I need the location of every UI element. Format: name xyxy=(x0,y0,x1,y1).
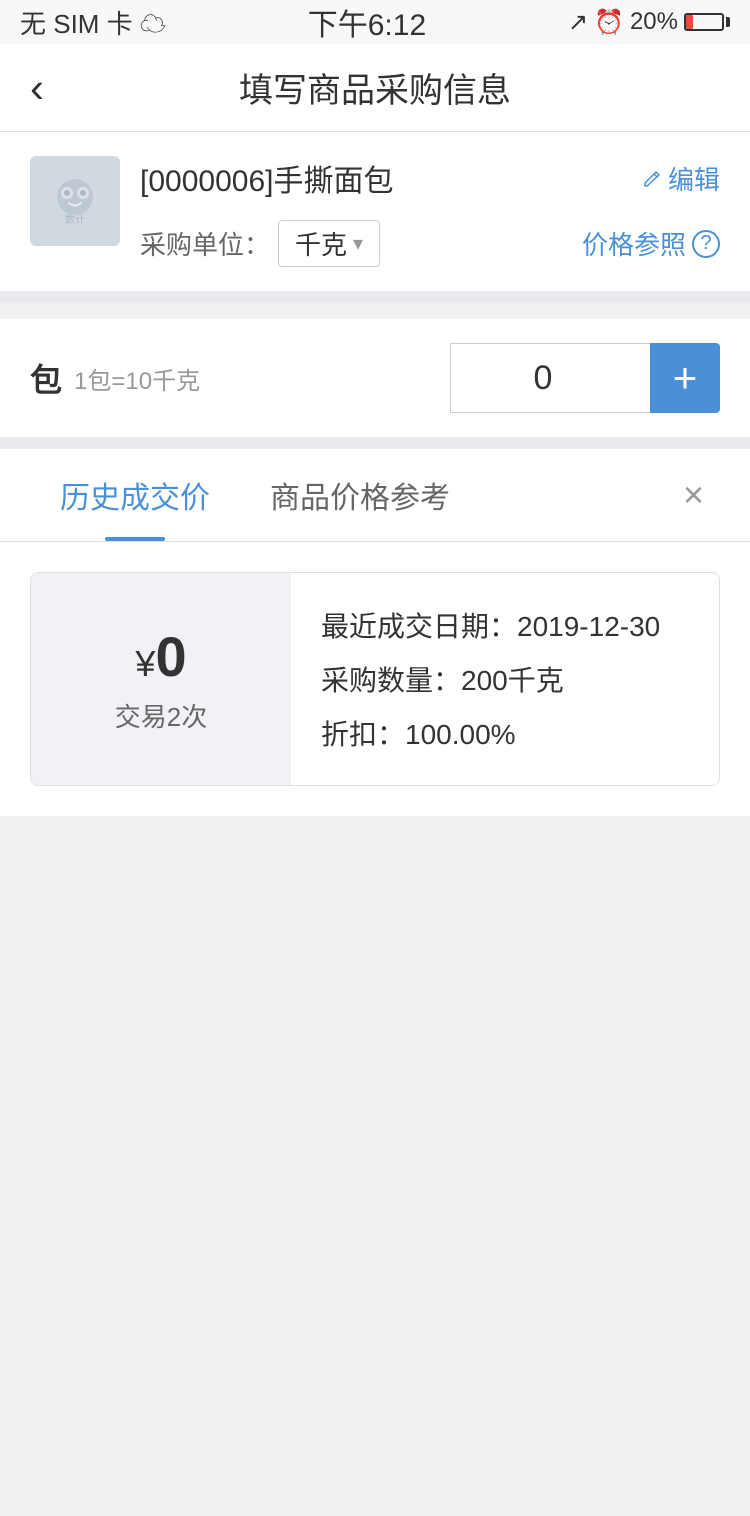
recent-date-row: 最近成交日期：2019-12-30 xyxy=(321,605,689,645)
alarm-icon: ⏰ xyxy=(594,8,624,37)
price-ref-button[interactable]: 价格参照 ? xyxy=(582,225,720,262)
tab-history-price[interactable]: 历史成交价 xyxy=(30,449,240,541)
divider-2 xyxy=(0,437,750,449)
back-button[interactable]: ‹ xyxy=(30,64,64,112)
qty-plus-button[interactable]: + xyxy=(650,343,720,413)
product-thumbnail: 数计 xyxy=(30,156,120,246)
svg-text:数计: 数计 xyxy=(65,213,85,226)
price-card: ¥0 交易2次 最近成交日期：2019-12-30 采购数量：200千克 折扣：… xyxy=(30,572,720,786)
currency-symbol: ¥ xyxy=(135,643,155,684)
qty-input[interactable] xyxy=(450,343,650,413)
tab-bar: 历史成交价 商品价格参考 × xyxy=(0,449,750,542)
quantity-section: 包 1包=10千克 + xyxy=(0,319,750,437)
signal-text: 无 SIM 卡 ☁ xyxy=(20,4,166,41)
unit-label: 采购单位： xyxy=(140,225,270,262)
help-icon: ? xyxy=(692,230,720,258)
qty-unit: 包 xyxy=(30,355,62,401)
tab-section: 历史成交价 商品价格参考 × ¥0 交易2次 最近成交日期：2019-12-30… xyxy=(0,449,750,816)
price-card-right: 最近成交日期：2019-12-30 采购数量：200千克 折扣：100.00% xyxy=(291,573,719,785)
product-info: [0000006]手撕面包 编辑 采购单位： 千克 ▾ xyxy=(140,156,720,267)
unit-select[interactable]: 千克 ▾ xyxy=(278,220,380,267)
price-card-container: ¥0 交易2次 最近成交日期：2019-12-30 采购数量：200千克 折扣：… xyxy=(0,542,750,816)
status-time: 下午6:12 xyxy=(308,0,426,44)
transaction-count: 交易2次 xyxy=(115,697,207,734)
status-left: 无 SIM 卡 ☁ xyxy=(20,4,166,41)
price-card-left: ¥0 交易2次 xyxy=(31,573,291,785)
product-row: 数计 [0000006]手撕面包 编辑 采购单位： 千克 xyxy=(30,156,720,267)
nav-bar: ‹ 填写商品采购信息 xyxy=(0,44,750,132)
tab-close-button[interactable]: × xyxy=(667,458,720,532)
unit-row: 采购单位： 千克 ▾ 价格参照 ? xyxy=(140,220,720,267)
qty-input-group: + xyxy=(450,343,720,413)
page-title: 填写商品采购信息 xyxy=(239,63,511,112)
chevron-down-icon: ▾ xyxy=(353,231,363,256)
status-right: ↗ ⏰ 20% xyxy=(568,8,730,37)
tab-product-price-ref[interactable]: 商品价格参考 xyxy=(240,449,480,541)
divider-1 xyxy=(0,291,750,303)
qty-conversion: 1包=10千克 xyxy=(74,361,200,396)
status-bar: 无 SIM 卡 ☁ 下午6:12 ↗ ⏰ 20% xyxy=(0,0,750,44)
qty-label-group: 包 1包=10千克 xyxy=(30,355,200,401)
discount-row: 折扣：100.00% xyxy=(321,713,689,753)
battery-icon xyxy=(684,13,730,31)
product-name: [0000006]手撕面包 xyxy=(140,156,393,200)
price-value: ¥0 xyxy=(135,624,186,689)
battery-percent: 20% xyxy=(630,8,678,36)
direction-icon: ↗ xyxy=(568,8,588,37)
qty-row: 采购数量：200千克 xyxy=(321,659,689,699)
product-name-row: [0000006]手撕面包 编辑 xyxy=(140,156,720,200)
product-section: 数计 [0000006]手撕面包 编辑 采购单位： 千克 xyxy=(0,132,750,291)
edit-button[interactable]: 编辑 xyxy=(642,160,720,197)
main-body xyxy=(0,816,750,1516)
